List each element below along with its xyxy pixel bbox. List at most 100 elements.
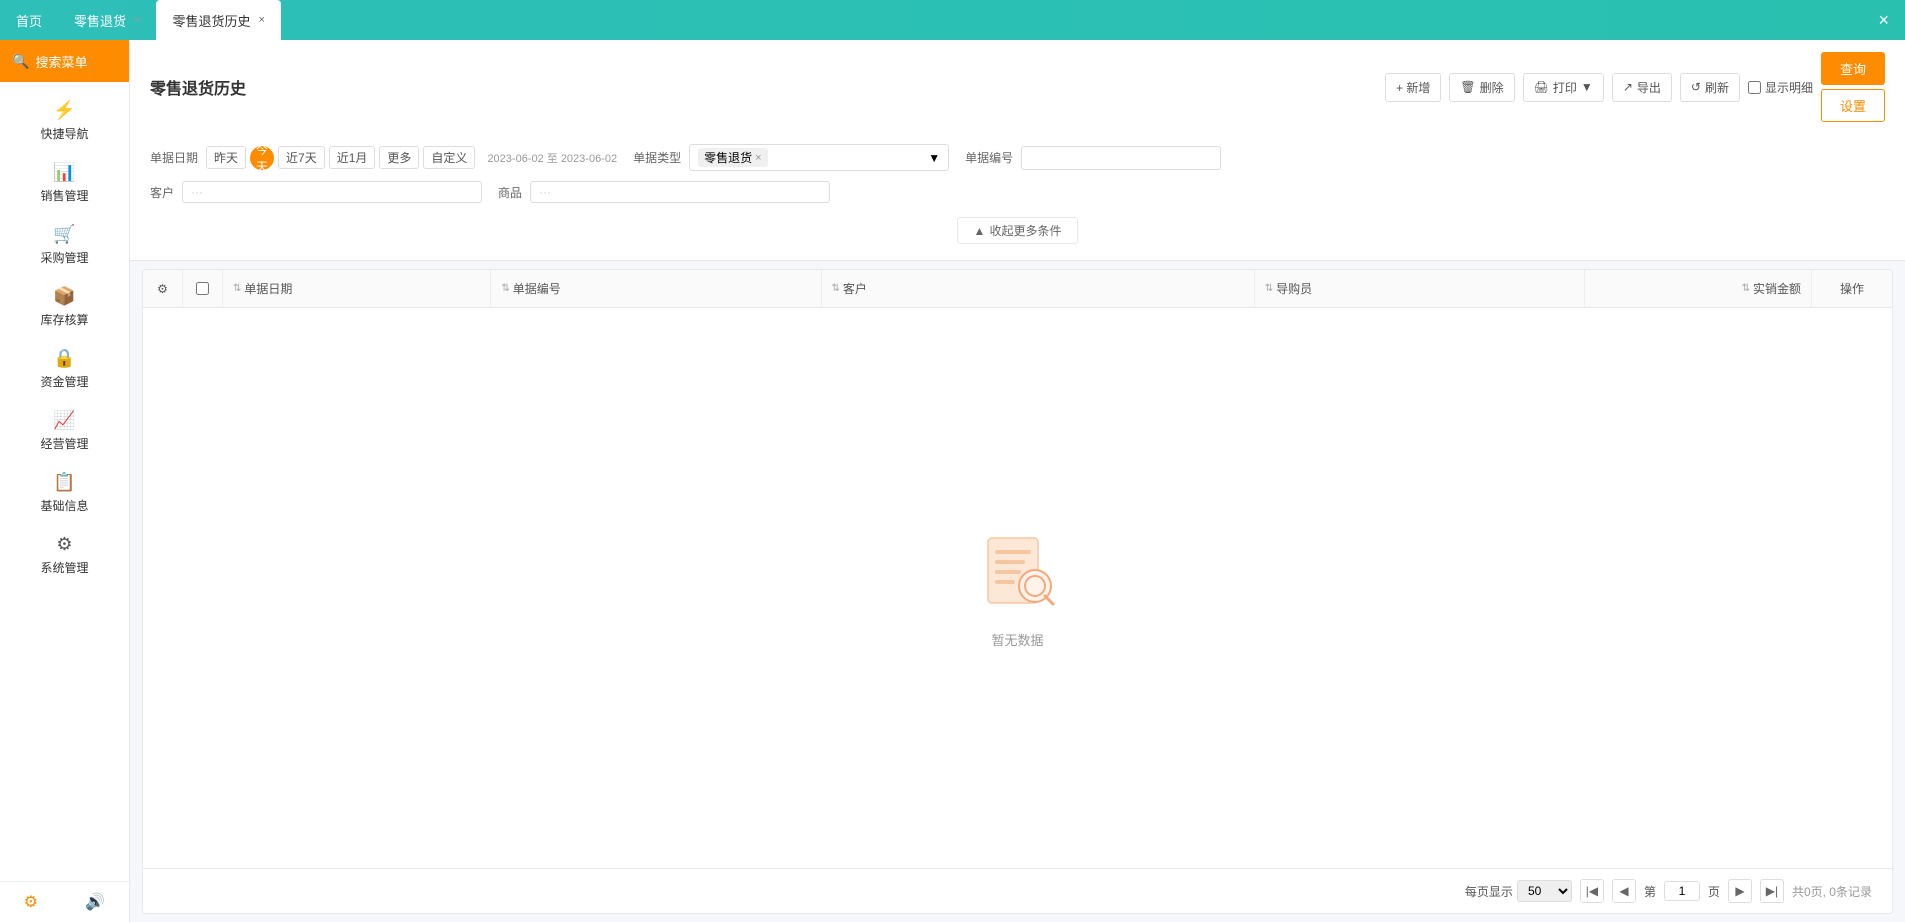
date-filter-label: 单据日期: [150, 149, 198, 166]
type-select[interactable]: 零售退货 × ▼: [689, 144, 949, 171]
inventory-icon: 📦: [53, 286, 75, 307]
tab-retail-return[interactable]: 零售退货 ×: [58, 0, 156, 40]
volume-footer-icon[interactable]: 🔊: [85, 892, 105, 912]
sort-amount-icon[interactable]: ⇅: [1742, 283, 1750, 294]
date-more[interactable]: 更多: [379, 146, 419, 169]
col-guide-label: 导购员: [1276, 280, 1312, 297]
goods-select[interactable]: ···: [530, 181, 830, 203]
sidebar-item-business-label: 经营管理: [40, 435, 88, 452]
filter-docno: 单据编号: [965, 146, 1221, 170]
new-button[interactable]: + 新增: [1385, 73, 1441, 102]
sidebar-item-basic-label: 基础信息: [40, 497, 88, 514]
page-header: 零售退货历史 + 新增 🗑 删除 🖨 打印 ▼ ↗ 导出: [130, 40, 1905, 261]
sidebar-item-finance-label: 资金管理: [40, 373, 88, 390]
table-col-amount: ⇅ 实销金额: [1585, 270, 1812, 307]
page-last-button[interactable]: ▶|: [1760, 879, 1784, 903]
sidebar-item-business[interactable]: 📈 经营管理: [0, 400, 129, 462]
sidebar-item-finance[interactable]: 🔒 资金管理: [0, 338, 129, 400]
sort-date-icon[interactable]: ⇅: [233, 283, 241, 294]
settings-button[interactable]: 设置: [1821, 89, 1885, 122]
table-col-date: ⇅ 单据日期: [223, 270, 491, 307]
sort-customer-icon[interactable]: ⇅: [832, 283, 840, 294]
select-all-checkbox[interactable]: [196, 282, 209, 295]
date-7days[interactable]: 近7天: [278, 146, 325, 169]
date-today[interactable]: 今天: [250, 146, 274, 170]
sort-no-icon[interactable]: ⇅: [501, 283, 509, 294]
type-tag-label: 零售退货: [704, 149, 752, 166]
sort-guide-icon[interactable]: ⇅: [1265, 283, 1273, 294]
refresh-label: 刷新: [1705, 79, 1729, 96]
customer-select[interactable]: ···: [182, 181, 482, 203]
page-label-before: 第: [1644, 883, 1656, 900]
export-label: 导出: [1637, 79, 1661, 96]
table-col-settings[interactable]: ⚙: [143, 270, 183, 307]
sidebar-item-quicknav[interactable]: ⚡ 快捷导航: [0, 90, 129, 152]
system-icon: ⚙: [56, 534, 72, 555]
sidebar-item-sales[interactable]: 📊 销售管理: [0, 152, 129, 214]
filter-area: 单据日期 昨天 今天 近7天 近1月 更多 自定义 2023-06-02 至 2…: [150, 134, 1885, 252]
goods-filter-label: 商品: [498, 184, 522, 201]
sidebar-item-inventory[interactable]: 📦 库存核算: [0, 276, 129, 338]
refresh-button[interactable]: ↺ 刷新: [1680, 73, 1740, 102]
tab-home[interactable]: 首页: [0, 0, 58, 40]
tab-retail-return-close[interactable]: ×: [134, 14, 140, 26]
filter-date: 单据日期 昨天 今天 近7天 近1月 更多 自定义 2023-06-02 至 2…: [150, 146, 617, 170]
sidebar-item-purchase[interactable]: 🛒 采购管理: [0, 214, 129, 276]
empty-text: 暂无数据: [991, 630, 1043, 649]
sidebar-search[interactable]: 🔍 搜索菜单: [0, 40, 129, 82]
purchase-icon: 🛒: [53, 224, 75, 245]
settings-footer-icon[interactable]: ⚙: [24, 892, 38, 912]
export-button[interactable]: ↗ 导出: [1612, 73, 1672, 102]
page-input[interactable]: [1664, 881, 1700, 901]
table-header: ⚙ ⇅ 单据日期 ⇅ 单据编号 ⇅ 客户 ⇅ 导购员: [143, 270, 1892, 308]
topbar-tabs: 首页 零售退货 × 零售退货历史 ×: [0, 0, 1862, 40]
per-page-select[interactable]: 10 20 50 100: [1517, 880, 1572, 902]
print-label: 打印: [1553, 79, 1577, 96]
type-select-chevron: ▼: [928, 151, 940, 165]
topbar-close-icon[interactable]: ×: [1862, 10, 1905, 31]
type-tag-remove[interactable]: ×: [755, 152, 761, 164]
empty-illustration: [973, 528, 1063, 618]
type-filter-label: 单据类型: [633, 149, 681, 166]
sidebar-item-inventory-label: 库存核算: [40, 311, 88, 328]
delete-button[interactable]: 🗑 删除: [1449, 73, 1514, 102]
date-range-display: 2023-06-02 至 2023-06-02: [487, 150, 617, 166]
display-detail-toggle[interactable]: 显示明细: [1748, 79, 1813, 96]
filter-row-2: 客户 ··· 商品 ···: [150, 181, 1885, 203]
table-container: ⚙ ⇅ 单据日期 ⇅ 单据编号 ⇅ 客户 ⇅ 导购员: [142, 269, 1893, 914]
sidebar-item-basic[interactable]: 📋 基础信息: [0, 462, 129, 524]
col-customer-label: 客户: [843, 280, 867, 297]
business-icon: 📈: [53, 410, 75, 431]
sidebar-search-label: 搜索菜单: [35, 52, 87, 71]
sidebar-footer: ⚙ 🔊: [0, 881, 129, 922]
date-1month[interactable]: 近1月: [329, 146, 376, 169]
table-col-customer: ⇅ 客户: [822, 270, 1255, 307]
print-button[interactable]: 🖨 打印 ▼: [1523, 73, 1604, 102]
print-icon: 🖨: [1534, 80, 1549, 94]
filter-customer: 客户 ···: [150, 181, 482, 203]
query-settings-group: 查询 设置: [1821, 52, 1885, 122]
tab-retail-return-history[interactable]: 零售退货历史 ×: [156, 0, 280, 40]
customer-placeholder: ···: [191, 185, 203, 199]
page-prev-button[interactable]: ◀: [1612, 879, 1636, 903]
display-detail-checkbox[interactable]: [1748, 81, 1761, 94]
col-amount-label: 实销金额: [1753, 280, 1801, 297]
tab-retail-return-history-close[interactable]: ×: [258, 14, 264, 26]
col-actions-label: 操作: [1840, 280, 1864, 297]
print-chevron-icon: ▼: [1581, 80, 1593, 94]
date-yesterday[interactable]: 昨天: [206, 146, 246, 169]
table-col-checkbox[interactable]: [183, 270, 223, 307]
date-custom[interactable]: 自定义: [423, 146, 475, 169]
page-next-button[interactable]: ▶: [1728, 879, 1752, 903]
content-area: 零售退货历史 + 新增 🗑 删除 🖨 打印 ▼ ↗ 导出: [130, 40, 1905, 922]
sidebar-item-system-label: 系统管理: [40, 559, 88, 576]
sidebar-item-system[interactable]: ⚙ 系统管理: [0, 524, 129, 586]
sidebar-item-sales-label: 销售管理: [40, 187, 88, 204]
collapse-button[interactable]: ▲ 收起更多条件: [957, 217, 1079, 244]
tab-home-label: 首页: [16, 11, 42, 30]
query-button[interactable]: 查询: [1821, 52, 1885, 85]
page-title-row: 零售退货历史 + 新增 🗑 删除 🖨 打印 ▼ ↗ 导出: [150, 52, 1885, 122]
page-first-button[interactable]: |◀: [1580, 879, 1604, 903]
sidebar-items: ⚡ 快捷导航 📊 销售管理 🛒 采购管理 📦 库存核算 🔒 资金管理 📈: [0, 82, 129, 881]
docno-input[interactable]: [1021, 146, 1221, 170]
